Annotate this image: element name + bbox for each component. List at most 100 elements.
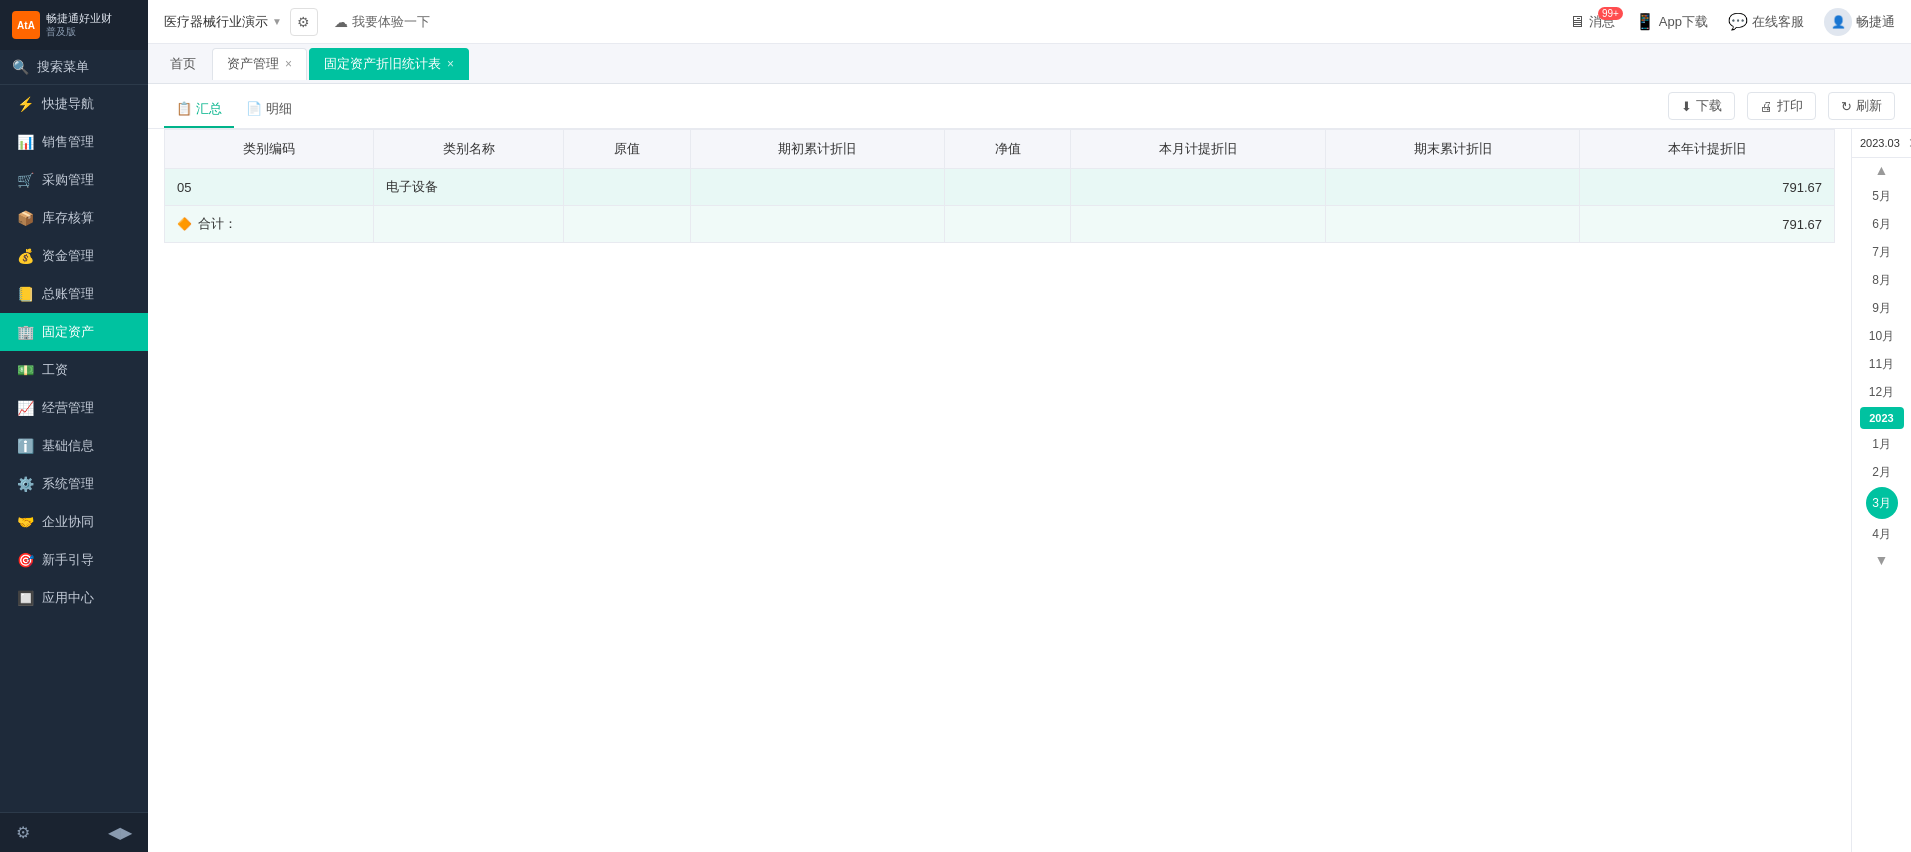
sidebar-item-app-center[interactable]: 🔲 应用中心 <box>0 579 148 617</box>
fixed-assets-icon: 🏢 <box>16 323 34 341</box>
col-name: 类别名称 <box>374 130 564 169</box>
tab-home[interactable]: 首页 <box>156 48 210 80</box>
date-month-nov[interactable]: 11月 <box>1862 351 1902 377</box>
main-content: 医疗器械行业演示 ▼ ⚙ ☁ 我要体验一下 🖥 消息 99+ 📱 App下载 💬… <box>148 0 1911 852</box>
enterprise-icon: 🤝 <box>16 513 34 531</box>
date-month-jan[interactable]: 1月 <box>1862 431 1902 457</box>
date-month-aug[interactable]: 8月 <box>1862 267 1902 293</box>
tab-asset-mgmt-label: 资产管理 <box>227 55 279 73</box>
sidebar-bottom: ⚙ ◀▶ <box>0 812 148 852</box>
tab-depreciation-label: 固定资产折旧统计表 <box>324 55 441 73</box>
sidebar-item-label: 快捷导航 <box>42 95 94 113</box>
total-original <box>564 206 690 243</box>
tab-depreciation[interactable]: 固定资产折旧统计表 × <box>309 48 469 80</box>
total-initial-dep <box>690 206 945 243</box>
sidebar-item-enterprise[interactable]: 🤝 企业协同 <box>0 503 148 541</box>
sidebar-item-label: 应用中心 <box>42 589 94 607</box>
col-initial-dep: 期初累计折旧 <box>690 130 945 169</box>
operations-icon: 📈 <box>16 399 34 417</box>
app-center-icon: 🔲 <box>16 589 34 607</box>
sidebar-search[interactable]: 🔍 搜索菜单 <box>0 50 148 85</box>
detail-icon: 📄 <box>246 101 262 116</box>
finance-icon: 💰 <box>16 247 34 265</box>
cell-net <box>945 169 1071 206</box>
refresh-button[interactable]: ↻ 刷新 <box>1828 92 1895 120</box>
print-icon: 🖨 <box>1760 99 1773 114</box>
date-prev-button[interactable]: ▲ <box>1870 158 1894 182</box>
sidebar-item-label: 库存核算 <box>42 209 94 227</box>
ledger-icon: 📒 <box>16 285 34 303</box>
logo-icon: AtA <box>12 11 40 39</box>
tab-depreciation-close[interactable]: × <box>447 57 454 71</box>
settings-icon[interactable]: ⚙ <box>16 823 30 842</box>
print-button[interactable]: 🖨 打印 <box>1747 92 1816 120</box>
sidebar-item-operations[interactable]: 📈 经营管理 <box>0 389 148 427</box>
messages-button[interactable]: 🖥 消息 99+ <box>1569 13 1615 31</box>
customer-service-button[interactable]: 💬 在线客服 <box>1728 12 1804 31</box>
date-month-dec[interactable]: 12月 <box>1862 379 1902 405</box>
avatar-icon: 👤 <box>1831 15 1846 29</box>
tab-asset-mgmt-close[interactable]: × <box>285 57 292 71</box>
tab-asset-mgmt[interactable]: 资产管理 × <box>212 48 307 80</box>
date-panel-close-icon[interactable]: ✕ <box>1904 135 1911 151</box>
sidebar-item-fixed-assets[interactable]: 🏢 固定资产 <box>0 313 148 351</box>
summary-icon: 📋 <box>176 101 192 116</box>
sidebar-logo: AtA 畅捷通好业财 普及版 <box>0 0 148 50</box>
app-download-button[interactable]: 📱 App下载 <box>1635 12 1708 31</box>
sub-tab-summary[interactable]: 📋 汇总 <box>164 94 234 128</box>
app-version: 普及版 <box>46 25 112 39</box>
user-profile[interactable]: 👤 畅捷通 <box>1824 8 1895 36</box>
date-month-jul[interactable]: 7月 <box>1862 239 1902 265</box>
messages-badge: 99+ <box>1598 7 1623 20</box>
navbar: 医疗器械行业演示 ▼ ⚙ ☁ 我要体验一下 🖥 消息 99+ 📱 App下载 💬… <box>148 0 1911 44</box>
date-panel: 2023.03 ✕ ⤢ ▲ 5月 6月 7月 8月 9月 10月 11月 12月… <box>1851 129 1911 852</box>
sidebar-item-ledger[interactable]: 📒 总账管理 <box>0 275 148 313</box>
sidebar-item-guide[interactable]: 🎯 新手引导 <box>0 541 148 579</box>
total-icon-cell: 🔶 合计： <box>165 206 374 243</box>
search-icon: 🔍 <box>12 59 29 75</box>
app-name: 畅捷通好业财 <box>46 11 112 25</box>
sidebar-item-purchase[interactable]: 🛒 采购管理 <box>0 161 148 199</box>
company-selector[interactable]: 医疗器械行业演示 ▼ <box>164 13 282 31</box>
date-month-apr[interactable]: 4月 <box>1862 521 1902 547</box>
col-code: 类别编码 <box>165 130 374 169</box>
cell-period-dep <box>1325 169 1580 206</box>
date-month-oct[interactable]: 10月 <box>1862 323 1902 349</box>
date-panel-title: 2023.03 <box>1856 137 1904 149</box>
sidebar-item-quick-nav[interactable]: ⚡ 快捷导航 <box>0 85 148 123</box>
total-net <box>945 206 1071 243</box>
download-icon: ⬇ <box>1681 99 1692 114</box>
tab-home-label: 首页 <box>170 55 196 73</box>
total-row: 🔶 合计： 791.67 <box>165 206 1835 243</box>
sub-tab-detail[interactable]: 📄 明细 <box>234 94 304 128</box>
download-button[interactable]: ⬇ 下载 <box>1668 92 1735 120</box>
sidebar-item-system[interactable]: ⚙️ 系统管理 <box>0 465 148 503</box>
sidebar-item-label: 总账管理 <box>42 285 94 303</box>
sidebar-item-basic-info[interactable]: ℹ️ 基础信息 <box>0 427 148 465</box>
experience-button[interactable]: ☁ 我要体验一下 <box>334 13 430 31</box>
company-arrow-icon: ▼ <box>272 16 282 27</box>
sales-icon: 📊 <box>16 133 34 151</box>
basic-info-icon: ℹ️ <box>16 437 34 455</box>
download-icon: 📱 <box>1635 12 1655 31</box>
sidebar-item-label: 固定资产 <box>42 323 94 341</box>
sidebar-item-sales[interactable]: 📊 销售管理 <box>0 123 148 161</box>
date-month-may[interactable]: 5月 <box>1862 183 1902 209</box>
sidebar-item-label: 新手引导 <box>42 551 94 569</box>
date-month-sep[interactable]: 9月 <box>1862 295 1902 321</box>
sidebar-item-inventory[interactable]: 📦 库存核算 <box>0 199 148 237</box>
table-row: 05 电子设备 791.67 <box>165 169 1835 206</box>
settings-button[interactable]: ⚙ <box>290 8 318 36</box>
collapse-icon[interactable]: ◀▶ <box>108 823 132 842</box>
sidebar-item-finance[interactable]: 💰 资金管理 <box>0 237 148 275</box>
sidebar-item-salary[interactable]: 💵 工资 <box>0 351 148 389</box>
date-month-feb[interactable]: 2月 <box>1862 459 1902 485</box>
sidebar-item-label: 系统管理 <box>42 475 94 493</box>
date-month-mar-active[interactable]: 3月 <box>1866 487 1898 519</box>
content-with-panel: 类别编码 类别名称 原值 期初累计折旧 净值 本月计提折旧 期末累计折旧 本年计… <box>148 129 1911 852</box>
sub-tabs: 📋 汇总 📄 明细 ⬇ 下载 🖨 打印 ↻ 刷新 <box>148 84 1911 129</box>
sidebar: AtA 畅捷通好业财 普及版 🔍 搜索菜单 ⚡ 快捷导航 📊 销售管理 🛒 采购… <box>0 0 148 852</box>
summary-label: 汇总 <box>196 100 222 118</box>
date-next-button[interactable]: ▼ <box>1870 548 1894 572</box>
date-month-jun[interactable]: 6月 <box>1862 211 1902 237</box>
